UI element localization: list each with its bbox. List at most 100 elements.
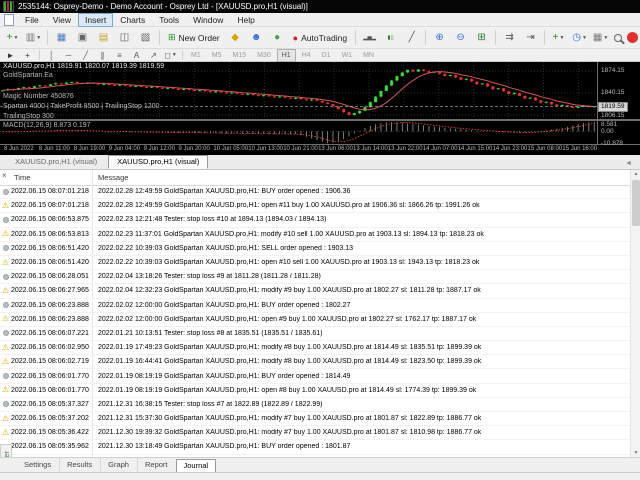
- journal-row[interactable]: ⚠ 2022.06.15 08:06:02.950 2022.01.19 17:49…: [0, 341, 630, 356]
- profiles-icon-caret[interactable]: ▼: [36, 35, 41, 41]
- tester-tab-journal[interactable]: Journal: [175, 459, 217, 473]
- journal-row[interactable]: 2022.06.15 08:06:53.875 2022.02.23 12:21:…: [0, 213, 630, 228]
- data-window-icon[interactable]: ▣: [72, 28, 93, 47]
- text-label-icon[interactable]: ↗: [145, 49, 162, 62]
- journal-list[interactable]: 2022.06.15 08:07:01.218 2022.02.28 12:49:…: [0, 185, 630, 457]
- cursor-icon[interactable]: ►: [2, 49, 19, 62]
- periods-icon-caret[interactable]: ▼: [582, 35, 587, 41]
- shapes-icon[interactable]: ◻ ▼: [162, 49, 179, 62]
- tester-tab-report[interactable]: Report: [136, 458, 176, 472]
- timeframe-h1[interactable]: H1: [276, 48, 296, 62]
- journal-row[interactable]: ⚠ 2022.06.15 08:06:27.965 2022.02.04 12:32…: [0, 284, 630, 299]
- journal-row[interactable]: ⚠ 2022.06.15 08:06:53.813 2022.02.23 11:37…: [0, 228, 630, 242]
- market-watch-icon[interactable]: ▦: [51, 28, 72, 47]
- column-header-message[interactable]: Message: [98, 173, 128, 182]
- metaeditor-icon[interactable]: ◆: [225, 28, 246, 47]
- chart-window-icon[interactable]: [4, 13, 14, 26]
- journal-row[interactable]: ⚠ 2022.06.15 08:06:01.770 2022.01.19 08:19…: [0, 384, 630, 398]
- timeframe-w1[interactable]: W1: [337, 49, 358, 62]
- templates-icon-caret[interactable]: ▼: [603, 35, 608, 41]
- timeframe-mn[interactable]: MN: [358, 49, 379, 62]
- line-chart-icon[interactable]: ╱: [401, 28, 422, 47]
- scroll-down-icon[interactable]: ▼: [631, 450, 640, 456]
- journal-scrollbar[interactable]: ▲ ▼: [630, 170, 640, 457]
- chart-shift-icon[interactable]: ⇥: [520, 28, 541, 47]
- timeframe-d1[interactable]: D1: [317, 49, 336, 62]
- chart-area[interactable]: XAUUSD.pro,H1 1819.91 1820.07 1819.39 18…: [0, 62, 640, 155]
- journal-row[interactable]: ⚠ 2022.06.15 08:05:37.202 2021.12.31 15:37…: [0, 412, 630, 427]
- candlestick-chart-icon[interactable]: ▮▯: [380, 28, 401, 47]
- indicators-icon[interactable]: + ▼: [548, 28, 569, 47]
- timeframe-m15[interactable]: M15: [227, 49, 251, 62]
- journal-row[interactable]: ⚠ 2022.06.15 08:06:23.888 2022.02.02 12:00…: [0, 313, 630, 327]
- text-icon[interactable]: A: [128, 49, 145, 62]
- info-icon: [0, 302, 11, 309]
- journal-row[interactable]: 2022.06.15 08:06:01.770 2022.01.19 08:19:…: [0, 369, 630, 384]
- journal-row[interactable]: ⚠ 2022.06.15 08:06:02.719 2022.01.19 16:44…: [0, 355, 630, 370]
- menu-file[interactable]: File: [18, 13, 46, 27]
- journal-row[interactable]: ⚠ 2022.06.15 08:05:36.422 2021.12.30 19:39…: [0, 426, 630, 441]
- menu-insert[interactable]: Insert: [77, 12, 114, 27]
- horizontal-line-icon[interactable]: ─: [60, 49, 77, 62]
- scroll-up-icon[interactable]: ▲: [631, 171, 640, 177]
- chart-tab-1[interactable]: XAUUSD.pro,H1 (visual): [108, 155, 209, 169]
- channel-icon[interactable]: ∥: [94, 49, 111, 62]
- column-header-time[interactable]: Time: [14, 173, 30, 182]
- expert-advisors-icon[interactable]: ☻: [246, 28, 267, 47]
- tester-close-icon[interactable]: ×: [2, 172, 7, 180]
- terminal-icon[interactable]: ◫: [114, 28, 135, 47]
- tester-tab-settings[interactable]: Settings: [16, 458, 59, 472]
- journal-row[interactable]: 2022.06.15 08:06:28.051 2022.02.04 13:18:…: [0, 270, 630, 285]
- shapes-icon-caret[interactable]: ▼: [172, 52, 177, 58]
- toolbar-separator: [425, 30, 427, 45]
- timeframe-m30[interactable]: M30: [252, 49, 276, 62]
- new-chart-icon-caret[interactable]: ▼: [13, 35, 18, 41]
- crosshair-icon[interactable]: +: [19, 49, 36, 62]
- warning-icon: ⚠: [1, 285, 10, 295]
- tab-scroll-icon[interactable]: ◄: [625, 160, 632, 169]
- timeframe-m1[interactable]: M1: [186, 49, 206, 62]
- search-icon[interactable]: [614, 33, 622, 42]
- profiles-icon[interactable]: ▥ ▼: [23, 28, 44, 47]
- menu-help[interactable]: Help: [230, 13, 261, 27]
- indicators-icon-caret[interactable]: ▼: [560, 35, 565, 41]
- journal-message: 2022.02.22 10:39:03 GoldSpartan XAUUSD.p…: [98, 244, 354, 252]
- menu-charts[interactable]: Charts: [113, 13, 152, 27]
- journal-message: 2022.02.28 12:49:59 GoldSpartan XAUUSD.p…: [98, 188, 351, 196]
- chart-tab-0[interactable]: XAUUSD.pro,H1 (visual): [6, 155, 106, 169]
- timeframe-m5[interactable]: M5: [207, 49, 227, 62]
- vertical-line-icon[interactable]: │: [43, 49, 60, 62]
- journal-row[interactable]: 2022.06.15 08:06:51.420 2022.02.22 10:39:…: [0, 242, 630, 256]
- price-chart[interactable]: [0, 62, 597, 119]
- journal-row[interactable]: 2022.06.15 08:06:23.888 2022.02.02 12:00:…: [0, 299, 630, 313]
- tester-tab-results[interactable]: Results: [59, 458, 100, 472]
- bar-chart-icon[interactable]: ▂▅▂: [359, 28, 380, 47]
- menu-view[interactable]: View: [46, 13, 78, 27]
- tester-tab-graph[interactable]: Graph: [100, 458, 137, 472]
- fibonacci-icon[interactable]: ≡: [111, 49, 128, 62]
- autotrading-button[interactable]: ● AutoTrading: [288, 29, 352, 46]
- periods-icon[interactable]: ◷ ▼: [569, 28, 590, 47]
- trendline-icon[interactable]: ╱: [77, 49, 94, 62]
- tile-windows-icon[interactable]: ⊞: [471, 28, 492, 47]
- navigator-icon[interactable]: ▤: [93, 28, 114, 47]
- scrollbar-thumb[interactable]: [632, 180, 640, 226]
- journal-row[interactable]: ⚠ 2022.06.15 08:06:51.420 2022.02.22 10:39…: [0, 256, 630, 271]
- menu-window[interactable]: Window: [186, 13, 230, 27]
- new-order-button[interactable]: ⊞ New Order: [163, 29, 225, 46]
- menu-tools[interactable]: Tools: [152, 13, 186, 27]
- journal-row[interactable]: 2022.06.15 08:05:35.962 2021.12.30 13:18:…: [0, 440, 630, 455]
- strategy-tester-icon[interactable]: ▧: [135, 28, 156, 47]
- timeframe-h4[interactable]: H4: [297, 49, 316, 62]
- journal-row[interactable]: ⚠ 2022.06.15 08:07:01.218 2022.02.28 12:49…: [0, 199, 630, 214]
- zoom-in-icon[interactable]: ⊕: [429, 28, 450, 47]
- news-icon[interactable]: ●: [267, 28, 288, 47]
- auto-scroll-icon[interactable]: ⇉: [499, 28, 520, 47]
- templates-icon[interactable]: ▦ ▼: [590, 28, 611, 47]
- new-chart-icon[interactable]: + ▼: [2, 28, 23, 47]
- journal-row[interactable]: 2022.06.15 08:07:01.218 2022.02.28 12:49:…: [0, 185, 630, 200]
- journal-row[interactable]: 2022.06.15 08:05:37.327 2021.12.31 16:38:…: [0, 398, 630, 412]
- notification-badge[interactable]: [627, 32, 638, 43]
- journal-row[interactable]: 2022.06.15 08:06:07.221 2022.01.21 10:13:…: [0, 327, 630, 342]
- zoom-out-icon[interactable]: ⊖: [450, 28, 471, 47]
